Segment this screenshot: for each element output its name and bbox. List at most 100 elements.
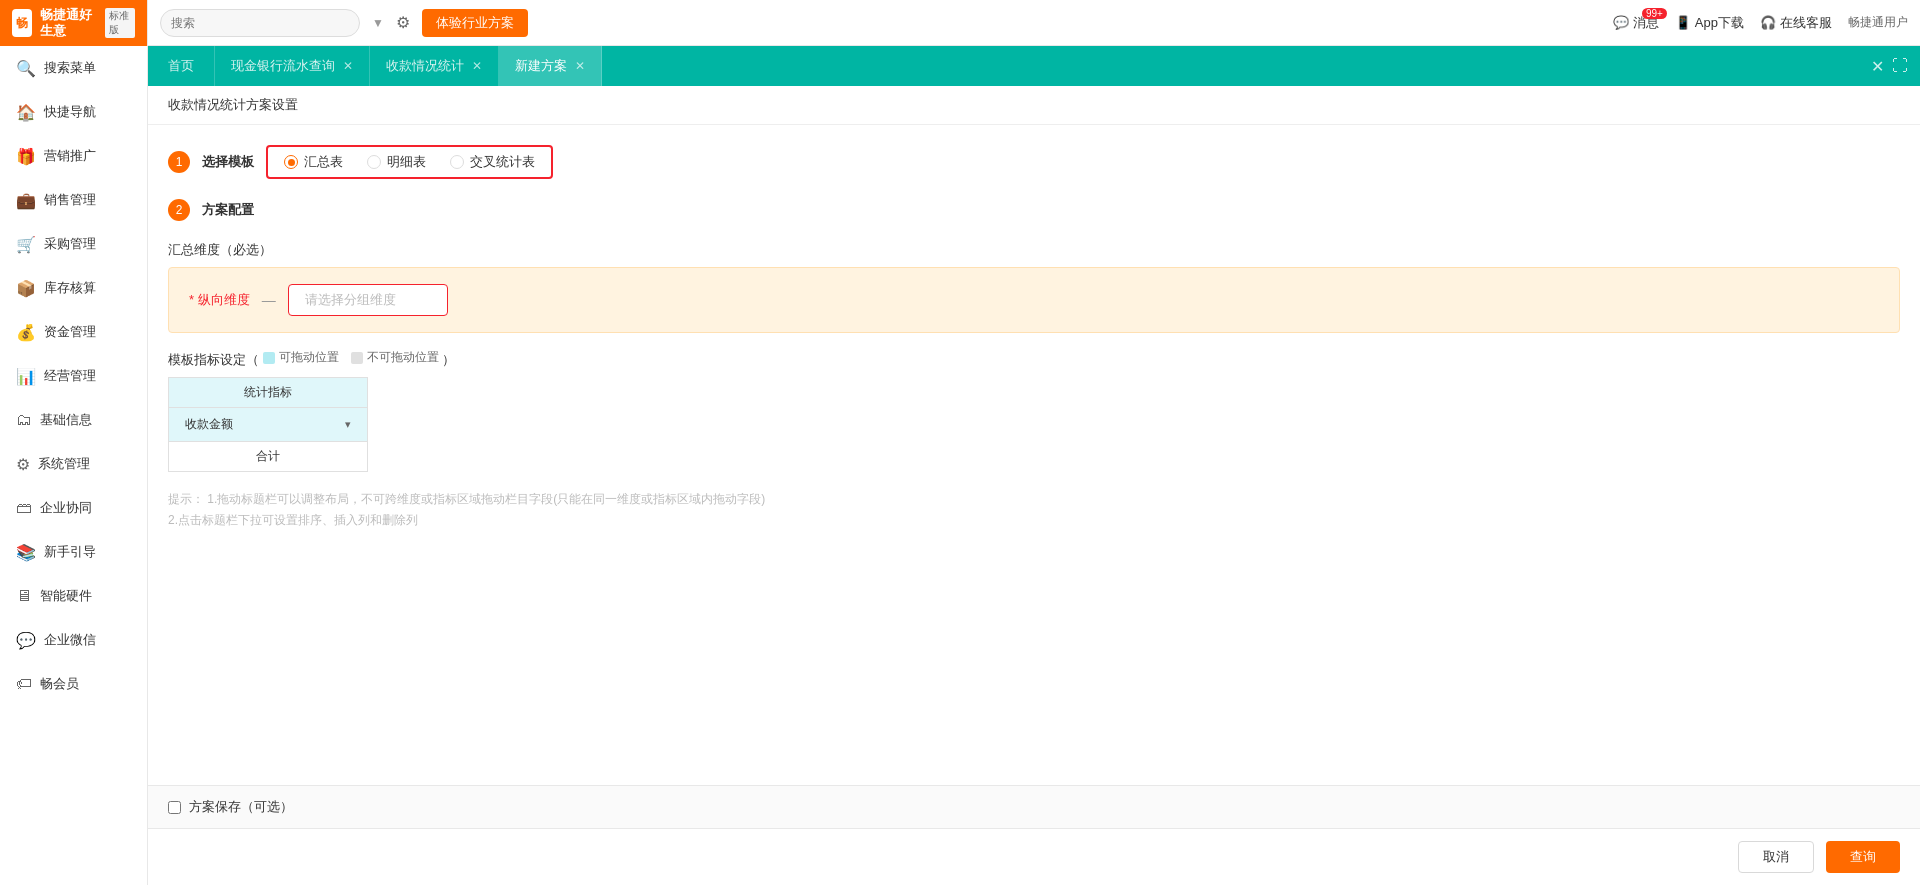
app-icon: 📱 <box>1675 15 1691 30</box>
tab-bank-flow-label: 现金银行流水查询 <box>231 57 335 75</box>
non-draggable-dot <box>351 352 363 364</box>
basic-info-icon: 🗂 <box>16 411 32 429</box>
sidebar-item-label: 基础信息 <box>40 411 92 429</box>
step1-label: 选择模板 <box>202 153 254 171</box>
sidebar-item-corp-wechat[interactable]: 💬 企业微信 <box>0 618 147 662</box>
newbie-icon: 📚 <box>16 543 36 562</box>
message-badge: 99+ <box>1642 8 1667 19</box>
total-label: 合计 <box>256 449 280 463</box>
legend-non-draggable: 不可拖动位置 <box>351 349 439 366</box>
sidebar-item-marketing[interactable]: 🎁 营销推广 <box>0 134 147 178</box>
trial-button[interactable]: 体验行业方案 <box>422 9 528 37</box>
logo-name: 畅捷通好生意 <box>40 7 97 38</box>
sidebar: 畅 畅捷通好生意 标准版 🔍 搜索菜单 🏠 快捷导航 🎁 营销推广 💼 销售管理… <box>0 0 148 885</box>
dim-section: 汇总维度（必选） * 纵向维度 — 请选择分组维度 <box>168 241 1900 333</box>
message-icon: 💬 <box>1613 15 1629 30</box>
tab-collection-stat-close-icon[interactable]: ✕ <box>472 59 482 73</box>
sidebar-item-label: 经营管理 <box>44 367 96 385</box>
tab-bank-flow[interactable]: 现金银行流水查询 ✕ <box>215 46 370 86</box>
sidebar-item-inventory[interactable]: 📦 库存核算 <box>0 266 147 310</box>
sidebar-nav: 🔍 搜索菜单 🏠 快捷导航 🎁 营销推广 💼 销售管理 🛒 采购管理 📦 库存核… <box>0 46 147 885</box>
radio-cross-circle <box>450 155 464 169</box>
step1-row: 1 选择模板 汇总表 明细表 交叉统计表 <box>168 145 1900 179</box>
save-checkbox[interactable] <box>168 801 181 814</box>
step1-number: 1 <box>168 151 190 173</box>
dropdown-arrow-icon[interactable]: ▼ <box>372 16 384 30</box>
sidebar-item-member[interactable]: 🏷 畅会员 <box>0 662 147 706</box>
tab-new-plan-close-icon[interactable]: ✕ <box>575 59 585 73</box>
tabbar: 首页 现金银行流水查询 ✕ 收款情况统计 ✕ 新建方案 ✕ ✕ ⛶ <box>148 46 1920 86</box>
online-service-button[interactable]: 🎧 在线客服 <box>1760 14 1832 32</box>
inventory-icon: 📦 <box>16 279 36 298</box>
sidebar-item-quick-nav[interactable]: 🏠 快捷导航 <box>0 90 147 134</box>
topbar-right: 💬 消息 99+ 📱 App下载 🎧 在线客服 畅捷通用户 <box>1613 14 1908 32</box>
sidebar-item-label: 资金管理 <box>44 323 96 341</box>
tab-new-plan[interactable]: 新建方案 ✕ <box>499 46 602 86</box>
breadcrumb: 收款情况统计方案设置 <box>168 97 298 112</box>
step2-label: 方案配置 <box>202 201 254 219</box>
radio-summary-circle <box>284 155 298 169</box>
sidebar-item-smart-hw[interactable]: 🖥 智能硬件 <box>0 574 147 618</box>
sidebar-item-system[interactable]: ⚙ 系统管理 <box>0 442 147 486</box>
sidebar-logo: 畅 畅捷通好生意 标准版 <box>0 0 147 46</box>
radio-detail[interactable]: 明细表 <box>367 153 426 171</box>
cancel-button[interactable]: 取消 <box>1738 841 1814 873</box>
search-menu-icon: 🔍 <box>16 59 36 78</box>
sidebar-item-label: 企业协同 <box>40 499 92 517</box>
legend-draggable: 可拖动位置 <box>263 349 339 366</box>
draggable-dot <box>263 352 275 364</box>
radio-cross[interactable]: 交叉统计表 <box>450 153 535 171</box>
service-label: 在线客服 <box>1780 14 1832 32</box>
sidebar-item-label: 畅会员 <box>40 675 79 693</box>
member-icon: 🏷 <box>16 675 32 693</box>
corp-wechat-icon: 💬 <box>16 631 36 650</box>
tab-home[interactable]: 首页 <box>148 46 215 86</box>
footer-bar: 取消 查询 <box>148 828 1920 885</box>
step2-number: 2 <box>168 199 190 221</box>
sidebar-item-label: 库存核算 <box>44 279 96 297</box>
amount-cell[interactable]: 收款金额 ▾ <box>169 407 368 441</box>
dim-box: * 纵向维度 — 请选择分组维度 <box>168 267 1900 333</box>
maximize-icon[interactable]: ⛶ <box>1892 57 1908 75</box>
tab-bank-flow-close-icon[interactable]: ✕ <box>343 59 353 73</box>
save-row: 方案保存（可选） <box>148 785 1920 828</box>
tip-2: 2.点击标题栏下拉可设置排序、插入列和删除列 <box>168 512 1900 529</box>
quick-nav-icon: 🏠 <box>16 103 36 122</box>
tab-collection-stat[interactable]: 收款情况统计 ✕ <box>370 46 499 86</box>
metrics-title: 模板指标设定（ 可拖动位置 不可拖动位置 ） <box>168 349 455 369</box>
radio-summary[interactable]: 汇总表 <box>284 153 343 171</box>
search-input[interactable] <box>160 9 360 37</box>
sidebar-item-newbie[interactable]: 📚 新手引导 <box>0 530 147 574</box>
system-icon: ⚙ <box>16 455 30 474</box>
sidebar-item-purchase[interactable]: 🛒 采购管理 <box>0 222 147 266</box>
tabbar-actions: ✕ ⛶ <box>1859 46 1920 86</box>
amount-label: 收款金额 <box>185 416 233 433</box>
gear-icon[interactable]: ⚙ <box>396 13 410 32</box>
sidebar-item-label: 企业微信 <box>44 631 96 649</box>
radio-detail-label: 明细表 <box>387 153 426 171</box>
metrics-header: 模板指标设定（ 可拖动位置 不可拖动位置 ） <box>168 349 1900 369</box>
minimize-icon[interactable]: ✕ <box>1871 57 1884 76</box>
metrics-column-header: 统计指标 <box>169 377 368 407</box>
dim-dropdown[interactable]: 请选择分组维度 <box>288 284 448 316</box>
page-header: 收款情况统计方案设置 <box>148 86 1920 125</box>
sidebar-item-operation[interactable]: 📊 经营管理 <box>0 354 147 398</box>
logo-badge: 标准版 <box>105 8 135 38</box>
sidebar-item-corp-collab[interactable]: 🗃 企业协同 <box>0 486 147 530</box>
metrics-table-wrap: 统计指标 收款金额 ▾ <box>168 377 368 472</box>
operation-icon: 📊 <box>16 367 36 386</box>
sidebar-item-sales[interactable]: 💼 销售管理 <box>0 178 147 222</box>
purchase-icon: 🛒 <box>16 235 36 254</box>
query-button[interactable]: 查询 <box>1826 841 1900 873</box>
app-download-button[interactable]: 📱 App下载 <box>1675 14 1744 32</box>
amount-dropdown-icon[interactable]: ▾ <box>345 418 351 431</box>
sidebar-item-search-menu[interactable]: 🔍 搜索菜单 <box>0 46 147 90</box>
topbar: ▼ ⚙ 体验行业方案 💬 消息 99+ 📱 App下载 🎧 在线客服 畅捷通用户 <box>148 0 1920 46</box>
sidebar-item-finance[interactable]: 💰 资金管理 <box>0 310 147 354</box>
tab-collection-stat-label: 收款情况统计 <box>386 57 464 75</box>
username-label: 畅捷通用户 <box>1848 14 1908 31</box>
smart-hw-icon: 🖥 <box>16 587 32 605</box>
vertical-dim-label: * 纵向维度 <box>189 291 250 309</box>
sidebar-item-basic-info[interactable]: 🗂 基础信息 <box>0 398 147 442</box>
message-button[interactable]: 💬 消息 99+ <box>1613 14 1659 32</box>
